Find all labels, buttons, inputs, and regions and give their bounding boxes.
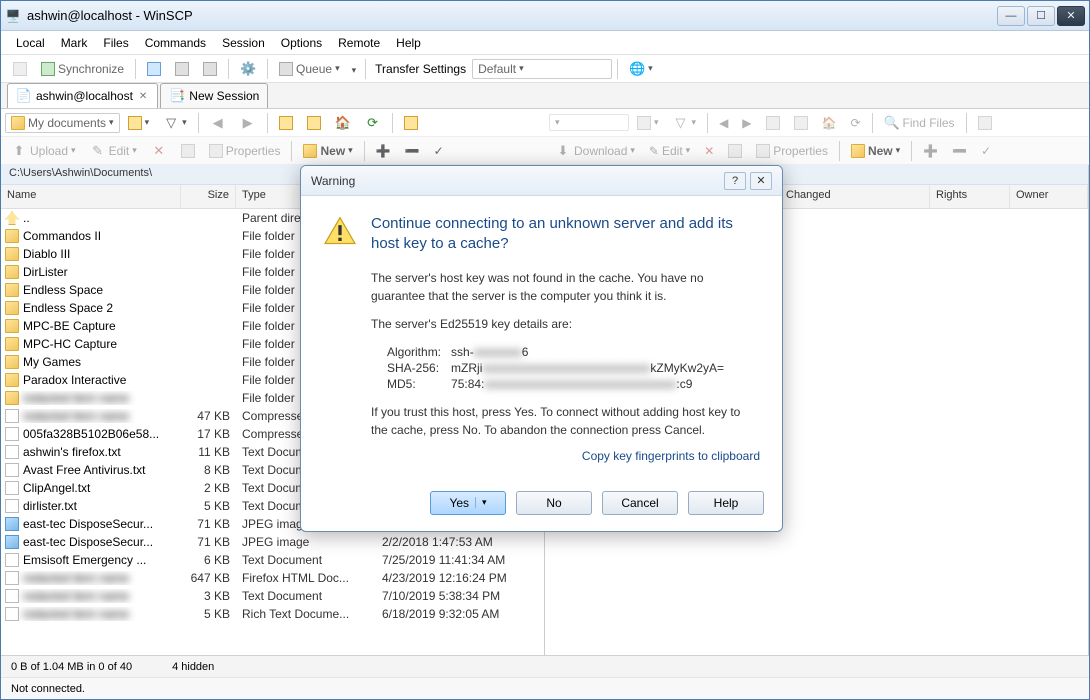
dialog-titlebar: Warning ? ✕ bbox=[301, 166, 782, 196]
no-button[interactable]: No bbox=[516, 491, 592, 515]
dialog-title: Warning bbox=[311, 174, 355, 188]
dialog-body: Continue connecting to an unknown server… bbox=[301, 196, 782, 483]
dialog-p1: The server's host key was not found in t… bbox=[371, 269, 760, 305]
dialog-p2: The server's Ed25519 key details are: bbox=[371, 315, 760, 333]
dialog-content: Continue connecting to an unknown server… bbox=[371, 214, 760, 475]
dialog-heading: Continue connecting to an unknown server… bbox=[371, 214, 760, 255]
sha256-label: SHA-256: bbox=[387, 361, 449, 375]
md5-label: MD5: bbox=[387, 377, 449, 391]
algorithm-label: Algorithm: bbox=[387, 345, 449, 359]
yes-button[interactable]: Yes bbox=[430, 491, 506, 515]
dialog-help-button[interactable]: ? bbox=[724, 172, 746, 190]
dialog-p3: If you trust this host, press Yes. To co… bbox=[371, 403, 760, 439]
warning-icon bbox=[323, 216, 357, 246]
help-button[interactable]: Help bbox=[688, 491, 764, 515]
dialog-close-button[interactable]: ✕ bbox=[750, 172, 772, 190]
cancel-button[interactable]: Cancel bbox=[602, 491, 678, 515]
dialog-overlay: Warning ? ✕ Continue connecting to an un… bbox=[0, 0, 1090, 700]
key-details-table: Algorithm:ssh-xxxxxxxx6 SHA-256:mZRjixxx… bbox=[385, 343, 726, 393]
warning-dialog: Warning ? ✕ Continue connecting to an un… bbox=[300, 165, 783, 532]
dialog-buttons: Yes No Cancel Help bbox=[301, 483, 782, 531]
copy-fingerprints-link[interactable]: Copy key fingerprints to clipboard bbox=[371, 449, 760, 463]
